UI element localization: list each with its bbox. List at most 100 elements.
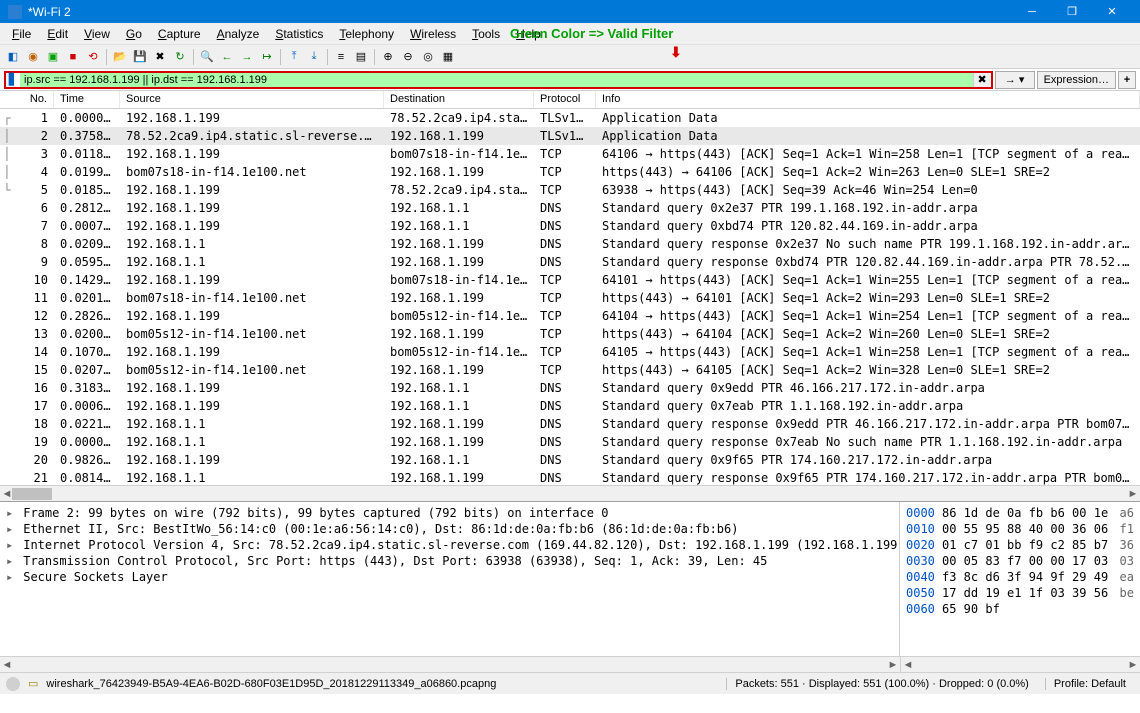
col-header-destination[interactable]: Destination — [384, 91, 534, 108]
col-header-protocol[interactable]: Protocol — [534, 91, 596, 108]
menu-analyze[interactable]: Analyze — [209, 25, 268, 43]
packet-row[interactable]: 100.142901192.168.1.199bom07s18-in-f14.1… — [0, 271, 1140, 289]
menu-capture[interactable]: Capture — [150, 25, 209, 43]
autoscroll-icon[interactable]: ≡ — [332, 48, 350, 66]
last-packet-icon[interactable]: ⤓ — [305, 48, 323, 66]
app-icon — [8, 5, 22, 19]
packet-row[interactable]: 140.107080192.168.1.199bom05s12-in-f14.1… — [0, 343, 1140, 361]
status-filename: wireshark_76423949-B5A9-4EA6-B02D-680F03… — [46, 678, 718, 690]
menu-tools[interactable]: Tools — [464, 25, 508, 43]
packet-row[interactable]: 120.282625192.168.1.199bom05s12-in-f14.1… — [0, 307, 1140, 325]
col-header-source[interactable]: Source — [120, 91, 384, 108]
packet-row[interactable]: 200.982668192.168.1.199192.168.1.1DNSSta… — [0, 451, 1140, 469]
tree-item[interactable]: ▸ Transmission Control Protocol, Src Por… — [6, 554, 893, 570]
packet-row[interactable]: 80.020917192.168.1.1192.168.1.199DNSStan… — [0, 235, 1140, 253]
tree-item[interactable]: ▸ Frame 2: 99 bytes on wire (792 bits), … — [6, 506, 893, 522]
expression-button[interactable]: Expression… — [1037, 71, 1116, 89]
packet-row[interactable]: 70.000741192.168.1.199192.168.1.1DNSStan… — [0, 217, 1140, 235]
scroll-right-icon[interactable]: ► — [1126, 486, 1140, 502]
first-packet-icon[interactable]: ⤒ — [285, 48, 303, 66]
prev-icon[interactable]: ← — [218, 48, 236, 66]
status-bar: ▭ wireshark_76423949-B5A9-4EA6-B02D-680F… — [0, 672, 1140, 694]
packet-row[interactable]: │30.011897192.168.1.199bom07s18-in-f14.1… — [0, 145, 1140, 163]
next-icon[interactable]: → — [238, 48, 256, 66]
col-header-time[interactable]: Time — [54, 91, 120, 108]
packet-list-scrollbar[interactable]: ◄ ► — [0, 485, 1140, 501]
hex-line[interactable]: 0040f3 8c d6 3f 94 9f 29 49ea — [906, 570, 1134, 586]
col-header-info[interactable]: Info — [596, 91, 1140, 108]
zoom-in-icon[interactable]: ⊕ — [379, 48, 397, 66]
packet-row[interactable]: 190.000004192.168.1.1192.168.1.199DNSSta… — [0, 433, 1140, 451]
clear-filter-button[interactable]: ✖ — [973, 73, 991, 87]
close-file-icon[interactable]: ✖ — [151, 48, 169, 66]
colorize-icon[interactable]: ▤ — [352, 48, 370, 66]
maximize-button[interactable]: ❐ — [1052, 0, 1092, 23]
hex-line[interactable]: 006065 90 bf — [906, 602, 1134, 618]
find-icon[interactable]: 🔍 — [198, 48, 216, 66]
menu-telephony[interactable]: Telephony — [331, 25, 402, 43]
hex-line[interactable]: 000086 1d de 0a fb b6 00 1ea6 — [906, 506, 1134, 522]
packet-row[interactable]: 90.059564192.168.1.1192.168.1.199DNSStan… — [0, 253, 1140, 271]
packet-row[interactable]: ┌10.000000192.168.1.19978.52.2ca9.ip4.st… — [0, 109, 1140, 127]
zoom-out-icon[interactable]: ⊖ — [399, 48, 417, 66]
tree-item[interactable]: ▸ Internet Protocol Version 4, Src: 78.5… — [6, 538, 893, 554]
status-profile[interactable]: Profile: Default — [1045, 678, 1134, 690]
packet-row[interactable]: 180.022196192.168.1.1192.168.1.199DNSSta… — [0, 415, 1140, 433]
display-filter-input[interactable] — [24, 74, 969, 86]
menu-wireless[interactable]: Wireless — [402, 25, 464, 43]
packet-row[interactable]: │20.37583078.52.2ca9.ip4.static.sl-rever… — [0, 127, 1140, 145]
apply-filter-button[interactable]: → ▾ — [995, 71, 1035, 89]
packet-row[interactable]: 210.081489192.168.1.1192.168.1.199DNSSta… — [0, 469, 1140, 485]
packet-details-tree[interactable]: ▸ Frame 2: 99 bytes on wire (792 bits), … — [0, 502, 900, 656]
hex-line[interactable]: 005017 dd 19 e1 1f 03 39 56be — [906, 586, 1134, 602]
interfaces-icon[interactable]: ◧ — [4, 48, 22, 66]
packet-row[interactable]: 130.020010bom05s12-in-f14.1e100.net192.1… — [0, 325, 1140, 343]
reload-icon[interactable]: ↻ — [171, 48, 189, 66]
hex-line[interactable]: 003000 05 83 f7 00 00 17 0303 — [906, 554, 1134, 570]
packet-list[interactable]: ┌10.000000192.168.1.19978.52.2ca9.ip4.st… — [0, 109, 1140, 485]
packet-row[interactable]: │40.019986bom07s18-in-f14.1e100.net192.1… — [0, 163, 1140, 181]
status-packets: Packets: 551 · Displayed: 551 (100.0%) ·… — [726, 678, 1036, 690]
packet-bytes-hex[interactable]: 000086 1d de 0a fb b6 00 1ea6001000 55 9… — [900, 502, 1140, 656]
hex-line[interactable]: 001000 55 95 88 40 00 36 06f1 — [906, 522, 1134, 538]
scroll-right-icon[interactable]: ► — [1126, 657, 1140, 673]
scroll-thumb[interactable] — [12, 488, 52, 500]
start-capture-icon[interactable]: ▣ — [44, 48, 62, 66]
capture-file-props-icon[interactable]: ▭ — [28, 677, 38, 690]
stop-capture-icon[interactable]: ■ — [64, 48, 82, 66]
tree-item[interactable]: ▸ Ethernet II, Src: BestItWo_56:14:c0 (0… — [6, 522, 893, 538]
open-file-icon[interactable]: 📂 — [111, 48, 129, 66]
packet-row[interactable]: 170.000686192.168.1.199192.168.1.1DNSSta… — [0, 397, 1140, 415]
details-scrollbar[interactable]: ◄ ► — [0, 656, 900, 672]
close-button[interactable]: ✕ — [1092, 0, 1132, 23]
jump-icon[interactable]: ↦ — [258, 48, 276, 66]
menu-statistics[interactable]: Statistics — [267, 25, 331, 43]
scroll-right-icon[interactable]: ► — [886, 657, 900, 673]
menu-edit[interactable]: Edit — [39, 25, 76, 43]
packet-row[interactable]: 160.318301192.168.1.199192.168.1.1DNSSta… — [0, 379, 1140, 397]
add-filter-button[interactable]: + — [1118, 71, 1136, 89]
hex-scrollbar[interactable]: ◄ ► — [900, 656, 1140, 672]
menu-view[interactable]: View — [76, 25, 118, 43]
titlebar: *Wi-Fi 2 ─ ❐ ✕ — [0, 0, 1140, 23]
packet-row[interactable]: 60.281217192.168.1.199192.168.1.1DNSStan… — [0, 199, 1140, 217]
filter-highlight-box: ▋ ✖ — [4, 71, 993, 89]
resize-cols-icon[interactable]: ▦ — [439, 48, 457, 66]
menu-go[interactable]: Go — [118, 25, 150, 43]
menu-file[interactable]: File — [4, 25, 39, 43]
restart-capture-icon[interactable]: ⟲ — [84, 48, 102, 66]
hex-line[interactable]: 002001 c7 01 bb f9 c2 85 b736 — [906, 538, 1134, 554]
save-file-icon[interactable]: 💾 — [131, 48, 149, 66]
minimize-button[interactable]: ─ — [1012, 0, 1052, 23]
scroll-left-icon[interactable]: ◄ — [901, 657, 915, 673]
tree-item[interactable]: ▸ Secure Sockets Layer — [6, 570, 893, 586]
options-icon[interactable]: ◉ — [24, 48, 42, 66]
zoom-reset-icon[interactable]: ◎ — [419, 48, 437, 66]
packet-row[interactable]: 150.020798bom05s12-in-f14.1e100.net192.1… — [0, 361, 1140, 379]
expert-info-icon[interactable] — [6, 677, 20, 691]
scroll-left-icon[interactable]: ◄ — [0, 657, 14, 673]
packet-row[interactable]: └50.018562192.168.1.19978.52.2ca9.ip4.st… — [0, 181, 1140, 199]
filter-bookmark-icon[interactable]: ▋ — [6, 73, 20, 87]
col-header-no[interactable]: No. — [0, 91, 54, 108]
packet-row[interactable]: 110.020108bom07s18-in-f14.1e100.net192.1… — [0, 289, 1140, 307]
